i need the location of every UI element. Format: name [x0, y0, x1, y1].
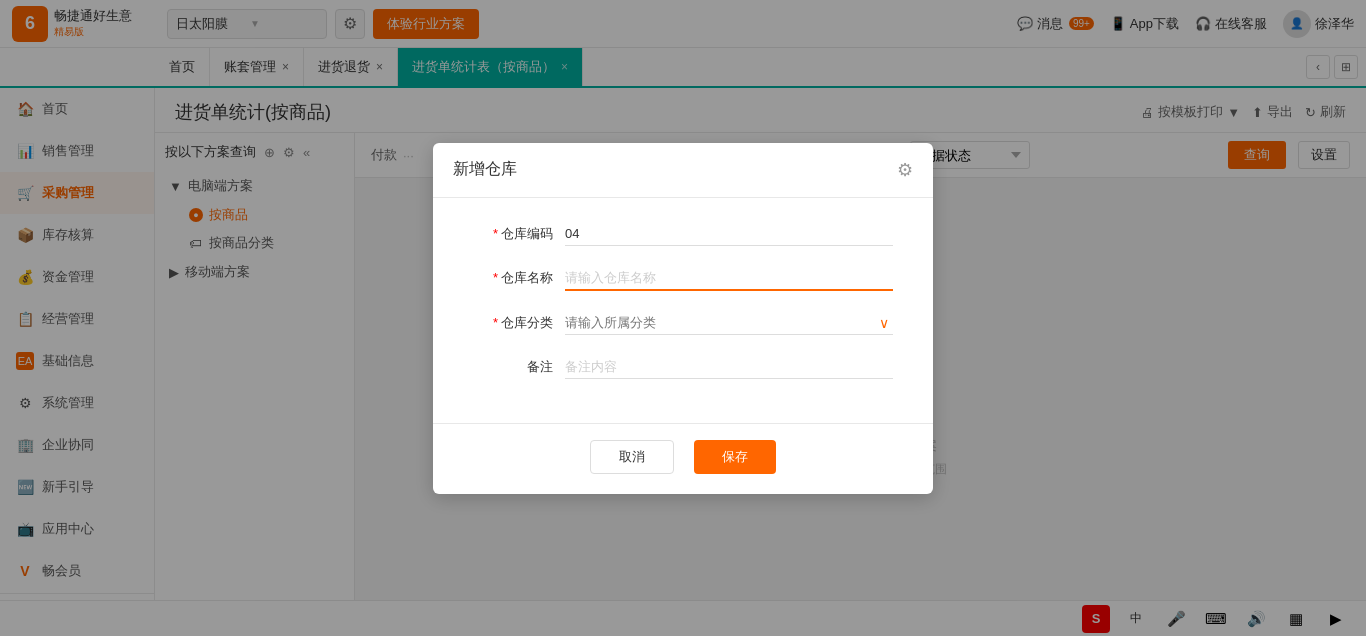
category-select-wrap: ∨: [565, 311, 893, 335]
form-row-note: 备注: [473, 355, 893, 379]
form-row-category: *仓库分类 ∨: [473, 311, 893, 335]
modal-body: *仓库编码 *仓库名称 *仓库分类 ∨: [433, 198, 933, 423]
save-button[interactable]: 保存: [694, 440, 776, 474]
modal-header: 新增仓库 ⚙: [433, 143, 933, 198]
modal-title: 新增仓库: [453, 159, 517, 180]
name-required-star: *: [493, 270, 498, 285]
note-input[interactable]: [565, 355, 893, 379]
category-label: *仓库分类: [473, 314, 553, 332]
form-row-name: *仓库名称: [473, 266, 893, 291]
code-label: *仓库编码: [473, 225, 553, 243]
modal-close-btn[interactable]: ⚙: [897, 159, 913, 181]
name-label: *仓库名称: [473, 269, 553, 287]
cancel-button[interactable]: 取消: [590, 440, 674, 474]
modal-new-warehouse: 新增仓库 ⚙ *仓库编码 *仓库名称 *仓库分类: [433, 143, 933, 494]
code-input[interactable]: [565, 222, 893, 246]
modal-footer: 取消 保存: [433, 423, 933, 494]
form-row-code: *仓库编码: [473, 222, 893, 246]
code-required-star: *: [493, 226, 498, 241]
category-input[interactable]: [565, 311, 893, 335]
name-input[interactable]: [565, 266, 893, 291]
note-label: 备注: [473, 358, 553, 376]
modal-overlay: 新增仓库 ⚙ *仓库编码 *仓库名称 *仓库分类: [0, 0, 1366, 636]
category-required-star: *: [493, 315, 498, 330]
